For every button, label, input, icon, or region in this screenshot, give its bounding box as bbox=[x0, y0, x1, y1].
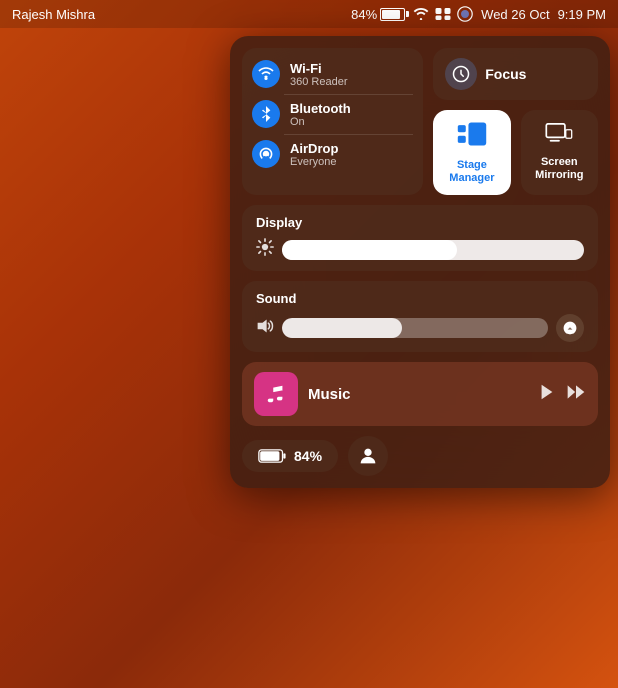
display-title: Display bbox=[256, 215, 584, 230]
play-button[interactable] bbox=[538, 383, 556, 406]
battery-widget-icon bbox=[258, 449, 286, 463]
battery-widget-text: 84% bbox=[294, 448, 322, 464]
first-row: Wi-Fi 360 Reader Bluetooth On bbox=[242, 48, 598, 195]
battery-percentage: 84% bbox=[351, 7, 377, 22]
airplay-audio-button[interactable] bbox=[556, 314, 584, 342]
menubar-date: Wed 26 Oct bbox=[481, 7, 549, 22]
airdrop-toggle[interactable]: AirDrop Everyone bbox=[242, 134, 423, 174]
wifi-label: Wi-Fi bbox=[290, 61, 348, 76]
music-app-icon bbox=[254, 372, 298, 416]
bluetooth-label: Bluetooth bbox=[290, 101, 351, 116]
battery-indicator: 84% bbox=[351, 7, 405, 22]
battery-widget[interactable]: 84% bbox=[242, 440, 338, 472]
sound-title: Sound bbox=[256, 291, 584, 306]
focus-label: Focus bbox=[485, 66, 526, 82]
airdrop-icon bbox=[258, 146, 274, 162]
display-section: Display bbox=[242, 205, 598, 271]
stage-manager-icon bbox=[456, 120, 488, 155]
menubar: Rajesh Mishra 84% bbox=[0, 0, 618, 28]
bottom-row: 84% bbox=[242, 436, 598, 476]
wifi-toggle[interactable]: Wi-Fi 360 Reader bbox=[242, 54, 423, 94]
music-note-icon bbox=[265, 383, 287, 405]
bluetooth-icon bbox=[258, 106, 274, 122]
brightness-row bbox=[256, 238, 584, 261]
music-app-label: Music bbox=[308, 386, 528, 403]
fast-forward-button[interactable] bbox=[566, 383, 586, 406]
screen-mirroring-label: Screen Mirroring bbox=[535, 156, 583, 182]
focus-group[interactable]: Focus bbox=[433, 48, 598, 100]
menubar-right: 84% Wed 26 Oct 9:19 PM bbox=[351, 6, 606, 22]
battery-icon bbox=[380, 8, 405, 21]
stage-mirror-row: Stage Manager Screen Mirroring bbox=[433, 110, 598, 195]
stage-manager-button[interactable]: Stage Manager bbox=[433, 110, 510, 195]
focus-icon bbox=[445, 58, 477, 90]
airdrop-text: AirDrop Everyone bbox=[290, 141, 338, 168]
volume-fill bbox=[282, 318, 402, 338]
wifi-icon-bg bbox=[252, 60, 280, 88]
airdrop-icon-bg bbox=[252, 140, 280, 168]
bluetooth-icon-bg bbox=[252, 100, 280, 128]
battery-fill bbox=[382, 10, 400, 19]
wifi-text: Wi-Fi 360 Reader bbox=[290, 61, 348, 88]
bluetooth-text: Bluetooth On bbox=[290, 101, 351, 128]
menubar-left: Rajesh Mishra bbox=[12, 7, 95, 22]
wifi-menubar-icon[interactable] bbox=[413, 8, 429, 20]
menubar-icons bbox=[413, 6, 473, 22]
sound-section: Sound bbox=[242, 281, 598, 352]
bluetooth-toggle[interactable]: Bluetooth On bbox=[242, 94, 423, 134]
username: Rajesh Mishra bbox=[12, 7, 95, 22]
brightness-fill bbox=[282, 240, 457, 260]
airdrop-sub: Everyone bbox=[290, 156, 338, 168]
brightness-icon bbox=[256, 238, 274, 261]
network-group: Wi-Fi 360 Reader Bluetooth On bbox=[242, 48, 423, 195]
siri-menubar-icon[interactable] bbox=[457, 6, 473, 22]
menubar-time: 9:19 PM bbox=[558, 7, 606, 22]
right-group: Focus Stage Manager bbox=[433, 48, 598, 195]
user-icon bbox=[357, 445, 379, 467]
screen-mirroring-button[interactable]: Screen Mirroring bbox=[521, 110, 598, 195]
volume-row bbox=[256, 314, 584, 342]
bluetooth-sub: On bbox=[290, 116, 351, 128]
music-controls bbox=[538, 383, 586, 406]
user-icon-button[interactable] bbox=[348, 436, 388, 476]
brightness-slider[interactable] bbox=[282, 240, 584, 260]
control-center-panel: Wi-Fi 360 Reader Bluetooth On bbox=[230, 36, 610, 488]
control-center-menubar-icon[interactable] bbox=[435, 8, 451, 20]
screen-mirroring-icon bbox=[545, 123, 573, 152]
focus-btn[interactable]: Focus bbox=[433, 48, 598, 100]
wifi-sub: 360 Reader bbox=[290, 76, 348, 88]
stage-manager-label: Stage Manager bbox=[449, 159, 494, 185]
wifi-icon bbox=[258, 66, 274, 82]
music-section[interactable]: Music bbox=[242, 362, 598, 426]
volume-icon bbox=[256, 318, 274, 339]
volume-slider[interactable] bbox=[282, 318, 548, 338]
airdrop-label: AirDrop bbox=[290, 141, 338, 156]
